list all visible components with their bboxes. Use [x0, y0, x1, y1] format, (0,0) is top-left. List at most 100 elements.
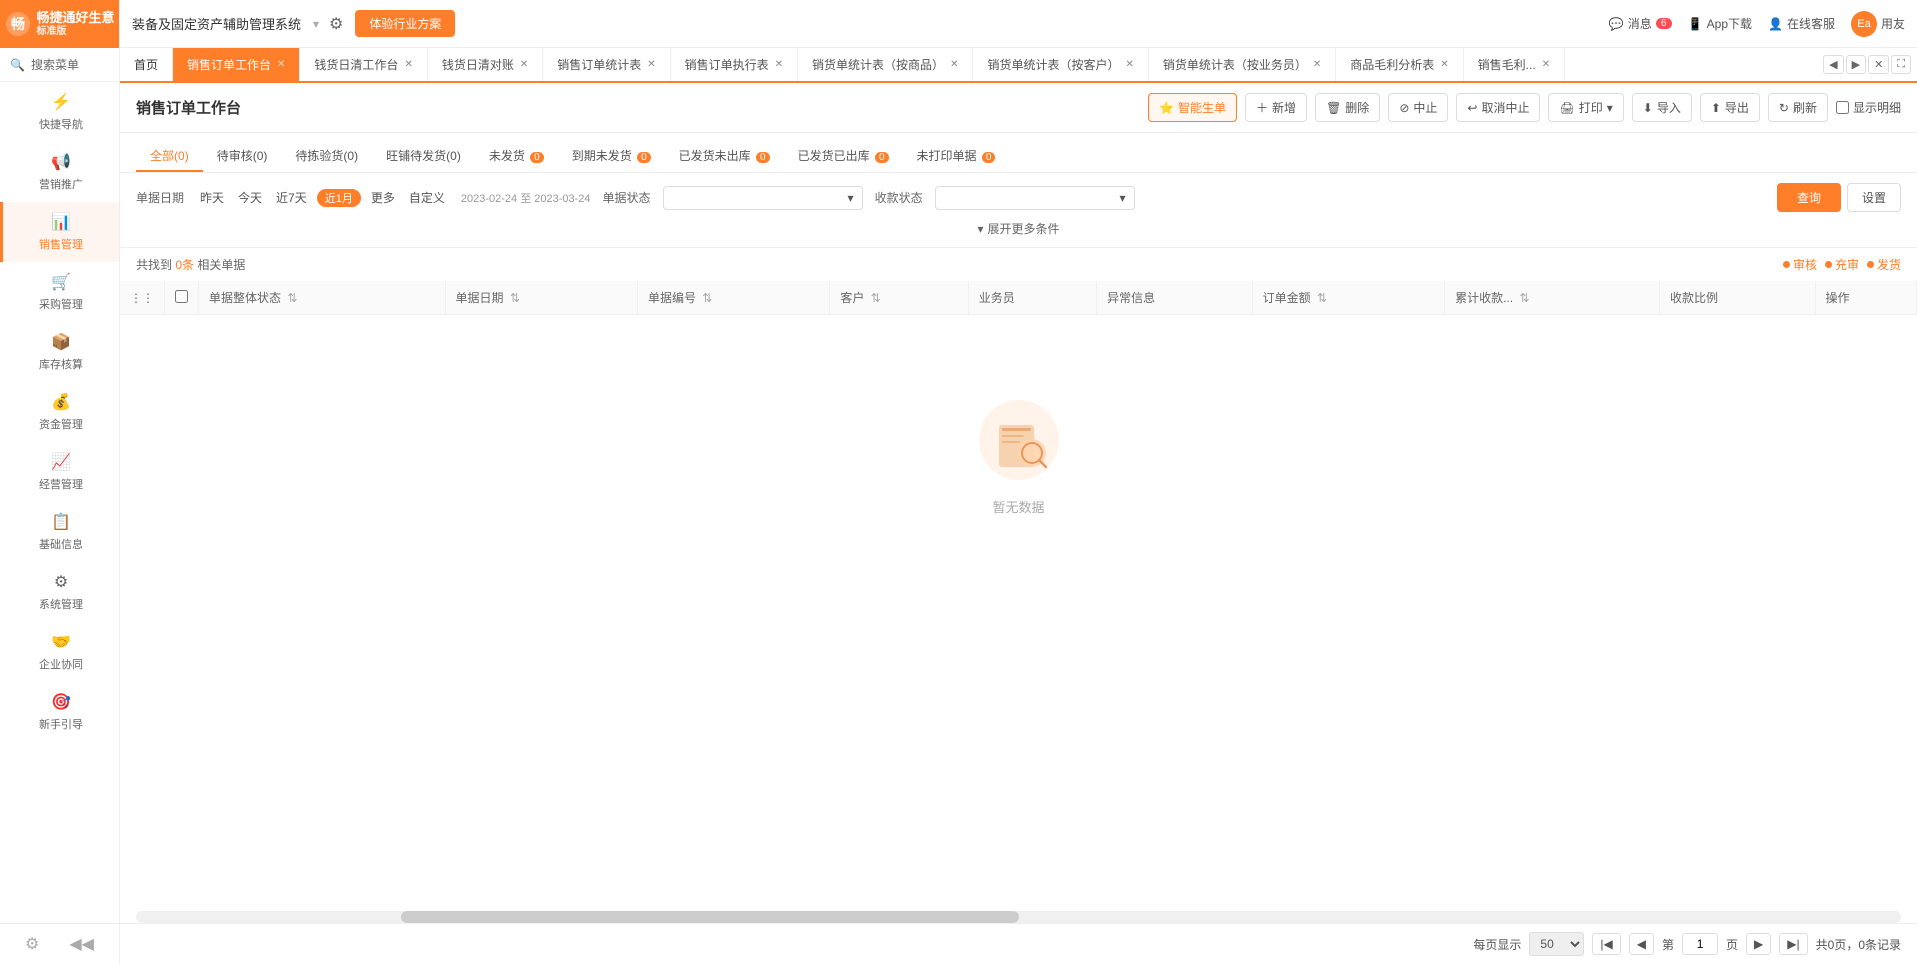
sort-icon[interactable]: ⇅ — [702, 291, 712, 305]
sub-tab-overdue[interactable]: 到期未发货 0 — [558, 141, 665, 172]
user-area[interactable]: Ea 用友 — [1851, 11, 1905, 37]
sort-icon[interactable]: ⇅ — [1519, 291, 1529, 305]
sidebar-item-sales[interactable]: 📊 销售管理 — [0, 202, 119, 262]
sub-tab-not-shipped[interactable]: 未发货 0 — [475, 141, 558, 172]
unreviewed-action-btn[interactable]: 充审 — [1825, 256, 1859, 273]
app-download-btn[interactable]: 📱 App下载 — [1688, 15, 1752, 32]
sub-tab-all[interactable]: 全部(0) — [136, 141, 203, 172]
tab-close-icon[interactable]: ✕ — [277, 59, 285, 70]
tab-sales-stats[interactable]: 销售订单统计表 ✕ — [543, 48, 670, 81]
marketing-label: 营销推广 — [39, 176, 83, 192]
page-prev-btn[interactable]: ◀ — [1629, 933, 1654, 955]
sidebar-item-guide[interactable]: 🎯 新手引导 — [0, 682, 119, 742]
scrollbar-thumb[interactable] — [401, 911, 1019, 923]
sidebar-item-basic-info[interactable]: 📋 基础信息 — [0, 502, 119, 562]
date-opt-7days[interactable]: 近7天 — [272, 188, 311, 207]
tab-cash-daily[interactable]: 钱货日清工作台 ✕ — [300, 48, 427, 81]
tab-gross-profit[interactable]: 商品毛利分析表 ✕ — [1336, 48, 1463, 81]
page-next-btn[interactable]: ▶ — [1746, 933, 1771, 955]
sort-icon[interactable]: ⇅ — [287, 291, 297, 305]
delete-btn[interactable]: 🗑 删除 — [1315, 93, 1380, 122]
date-opt-today[interactable]: 今天 — [234, 188, 266, 207]
sidebar-item-system[interactable]: ⚙ 系统管理 — [0, 562, 119, 622]
per-page-select[interactable]: 50 100 — [1529, 932, 1584, 956]
sub-tab-shipped-out[interactable]: 已发货已出库 0 — [784, 141, 903, 172]
system-title-arrow[interactable]: ▾ — [313, 17, 319, 31]
tab-close-icon[interactable]: ✕ — [404, 59, 412, 70]
online-service-btn[interactable]: 👤 在线客服 — [1768, 15, 1835, 32]
show-details-input[interactable] — [1836, 101, 1849, 114]
new-btn[interactable]: ＋ 新增 — [1245, 93, 1307, 122]
stop-icon: ⊘ — [1399, 101, 1409, 115]
review-action-btn[interactable]: 审核 — [1783, 256, 1817, 273]
page-first-btn[interactable]: |◀ — [1592, 933, 1620, 955]
payment-filter-select[interactable]: ▾ — [935, 186, 1135, 210]
tab-sales-exec[interactable]: 销售订单执行表 ✕ — [671, 48, 798, 81]
import-btn[interactable]: ⬇ 导入 — [1632, 93, 1692, 122]
sub-tab-pending-inspect[interactable]: 待拣验货(0) — [281, 141, 372, 172]
select-all-checkbox[interactable] — [175, 290, 188, 303]
page-last-btn[interactable]: ▶| — [1779, 933, 1807, 955]
collapse-icon[interactable]: ◀◀ — [69, 934, 94, 954]
sidebar-item-inventory[interactable]: 📦 库存核算 — [0, 322, 119, 382]
page-input[interactable] — [1682, 933, 1718, 955]
sub-tab-shipped-not-in[interactable]: 已发货未出库 0 — [665, 141, 784, 172]
sort-icon[interactable]: ⇅ — [871, 291, 881, 305]
sub-tab-pending-review[interactable]: 待审核(0) — [203, 141, 282, 172]
message-btn[interactable]: 💬 消息 6 — [1609, 15, 1672, 32]
date-opt-more[interactable]: 更多 — [367, 188, 399, 207]
sidebar-item-search[interactable]: 🔍 搜索菜单 — [0, 48, 119, 82]
drag-icon: ⋮⋮ — [130, 291, 154, 305]
status-filter-select[interactable]: ▾ — [663, 186, 863, 210]
cancel-stop-btn[interactable]: ↩ 取消中止 — [1456, 93, 1540, 122]
tab-close-icon[interactable]: ✕ — [775, 59, 783, 70]
query-btn[interactable]: 查询 — [1777, 183, 1841, 212]
settings-icon[interactable]: ⚙ — [25, 934, 39, 954]
set-btn[interactable]: 设置 — [1847, 183, 1901, 212]
date-opt-custom[interactable]: 自定义 — [405, 188, 449, 207]
refresh-btn[interactable]: ↻ 刷新 — [1768, 93, 1828, 122]
sort-icon[interactable]: ⇅ — [510, 291, 520, 305]
sidebar-item-quick-nav[interactable]: ⚡ 快捷导航 — [0, 82, 119, 142]
sub-tab-not-printed[interactable]: 未打印单据 0 — [903, 141, 1010, 172]
sidebar-item-purchase[interactable]: 🛒 采购管理 — [0, 262, 119, 322]
tab-close-icon[interactable]: ✕ — [950, 59, 958, 70]
export-btn[interactable]: ⬆ 导出 — [1700, 93, 1760, 122]
stop-btn[interactable]: ⊘ 中止 — [1388, 93, 1448, 122]
tab-close-all-btn[interactable]: ✕ — [1868, 55, 1889, 74]
show-details-checkbox[interactable]: 显示明细 — [1836, 99, 1901, 116]
tab-prev-btn[interactable]: ◀ — [1823, 55, 1843, 74]
tab-sales-by-customer[interactable]: 销货单统计表（按客户） ✕ — [973, 48, 1148, 81]
tab-close-icon[interactable]: ✕ — [520, 59, 528, 70]
tab-home-label: 首页 — [134, 56, 158, 73]
date-opt-1month[interactable]: 近1月 — [317, 189, 361, 207]
tab-sales-by-product[interactable]: 销货单统计表（按商品） ✕ — [798, 48, 973, 81]
tab-sales-more[interactable]: 销售毛利... ✕ — [1464, 48, 1565, 81]
tab-maximize-btn[interactable]: ⛶ — [1891, 55, 1911, 74]
tab-close-icon[interactable]: ✕ — [1542, 59, 1550, 70]
horizontal-scrollbar[interactable] — [136, 911, 1901, 923]
industry-btn[interactable]: 体验行业方案 — [355, 10, 455, 37]
date-opt-yesterday[interactable]: 昨天 — [196, 188, 228, 207]
sidebar-item-enterprise[interactable]: 🤝 企业协同 — [0, 622, 119, 682]
tab-next-btn[interactable]: ▶ — [1846, 55, 1866, 74]
sidebar-item-marketing[interactable]: 📢 营销推广 — [0, 142, 119, 202]
tab-close-icon[interactable]: ✕ — [1313, 59, 1321, 70]
tab-cash-reconcile[interactable]: 钱货日清对账 ✕ — [428, 48, 543, 81]
expand-more-btn[interactable]: ▾ 展开更多条件 — [977, 220, 1059, 237]
tab-home[interactable]: 首页 — [120, 48, 173, 81]
sort-icon[interactable]: ⇅ — [1317, 291, 1327, 305]
tab-close-icon[interactable]: ✕ — [1125, 59, 1133, 70]
ship-action-btn[interactable]: 发货 — [1867, 256, 1901, 273]
print-btn[interactable]: 🖨 打印 ▾ — [1548, 93, 1623, 122]
smart-gen-btn[interactable]: ⭐ 智能生单 — [1148, 93, 1237, 122]
sidebar-item-operation[interactable]: 📈 经营管理 — [0, 442, 119, 502]
tab-sales-workbench[interactable]: 销售订单工作台 ✕ — [173, 48, 300, 81]
col-checkbox[interactable] — [165, 281, 199, 315]
tab-close-icon[interactable]: ✕ — [647, 59, 655, 70]
sub-tab-wangpu[interactable]: 旺铺待发货(0) — [372, 141, 475, 172]
sidebar-item-finance[interactable]: 💰 资金管理 — [0, 382, 119, 442]
tab-close-icon[interactable]: ✕ — [1440, 59, 1448, 70]
tab-sales-by-staff[interactable]: 销货单统计表（按业务员） ✕ — [1149, 48, 1336, 81]
topbar-gear-icon[interactable]: ⚙ — [329, 14, 343, 34]
